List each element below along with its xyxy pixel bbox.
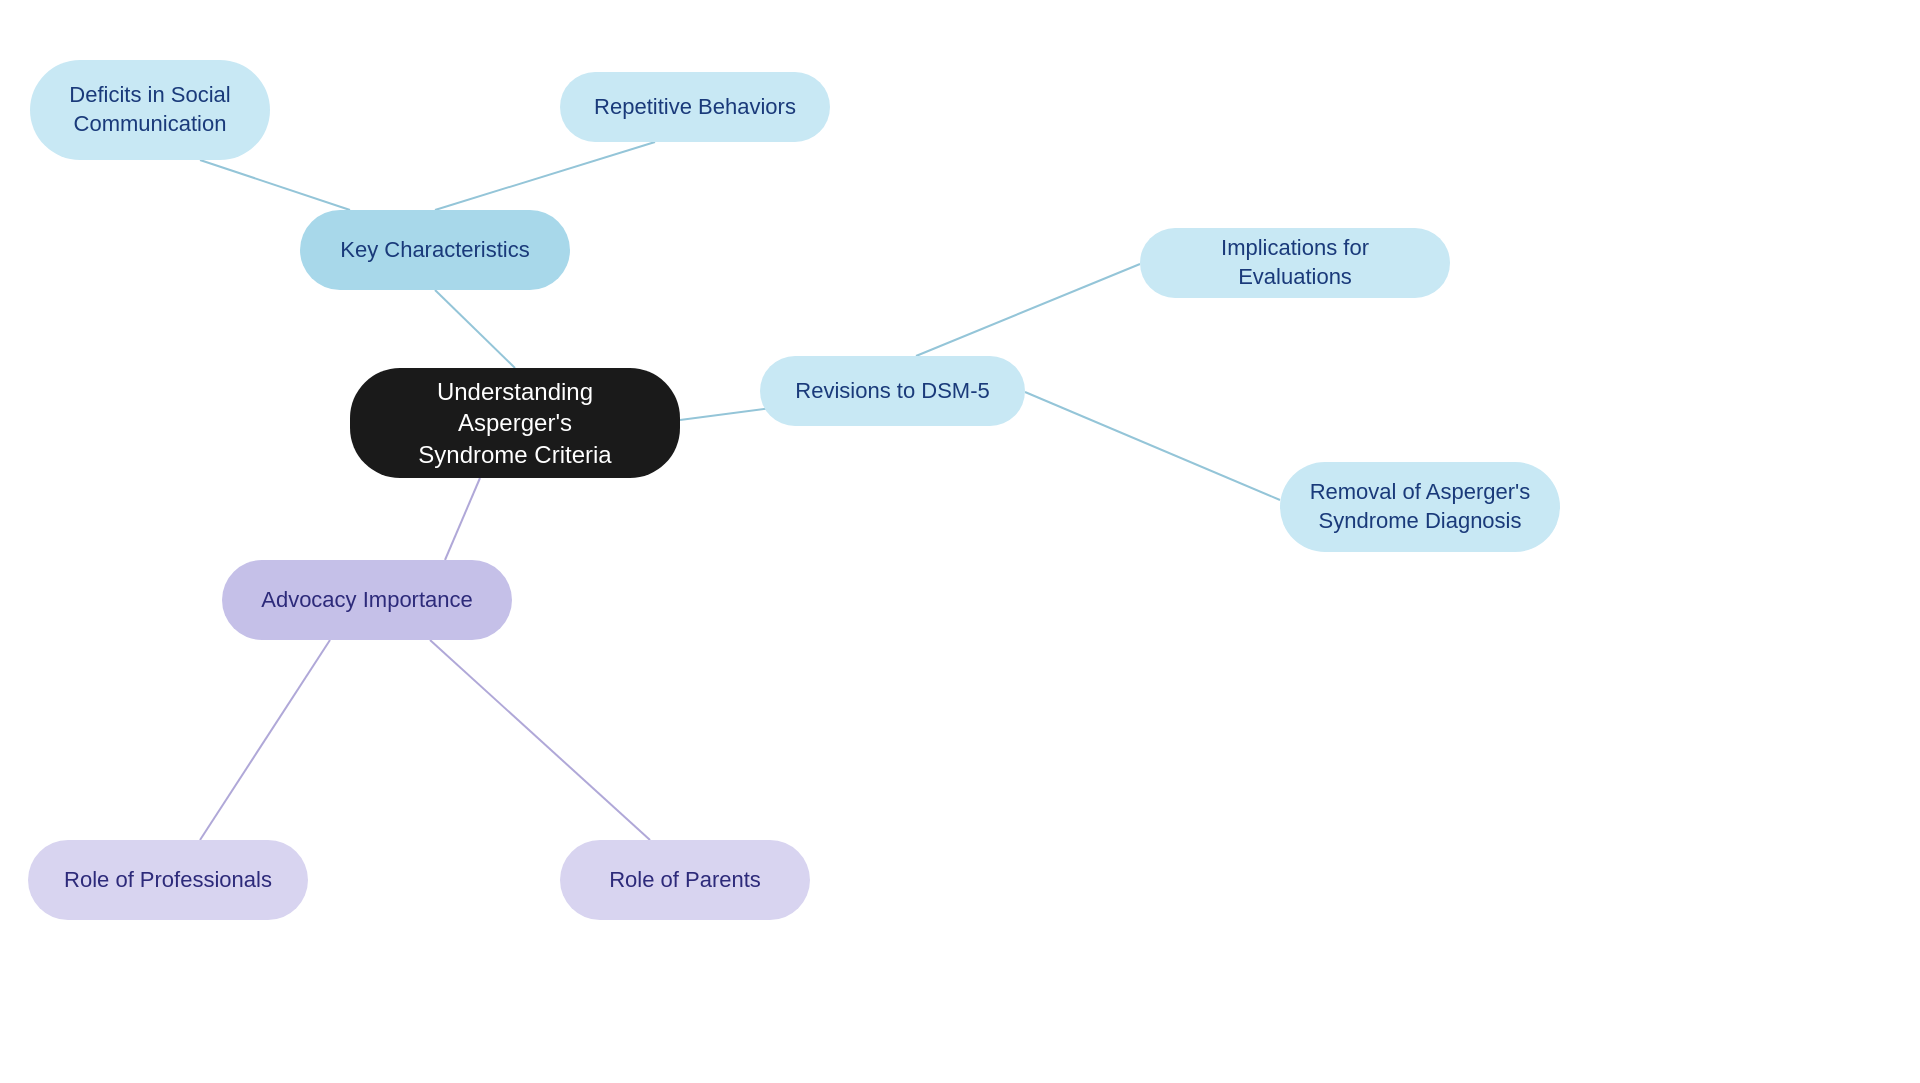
svg-line-0 xyxy=(435,290,515,368)
key-characteristics-node: Key Characteristics xyxy=(300,210,570,290)
svg-line-1 xyxy=(200,160,350,210)
svg-line-7 xyxy=(200,640,330,840)
role-professionals-node: Role of Professionals xyxy=(28,840,308,920)
svg-line-2 xyxy=(435,142,655,210)
svg-line-6 xyxy=(445,478,480,560)
removal-node: Removal of Asperger's Syndrome Diagnosis xyxy=(1280,462,1560,552)
svg-line-5 xyxy=(1025,392,1280,500)
repetitive-behaviors-node: Repetitive Behaviors xyxy=(560,72,830,142)
revisions-dsm5-node: Revisions to DSM-5 xyxy=(760,356,1025,426)
svg-line-4 xyxy=(916,264,1140,356)
role-parents-node: Role of Parents xyxy=(560,840,810,920)
center-node: Understanding Asperger's Syndrome Criter… xyxy=(350,368,680,478)
svg-line-8 xyxy=(430,640,650,840)
advocacy-node: Advocacy Importance xyxy=(222,560,512,640)
deficits-node: Deficits in Social Communication xyxy=(30,60,270,160)
implications-node: Implications for Evaluations xyxy=(1140,228,1450,298)
